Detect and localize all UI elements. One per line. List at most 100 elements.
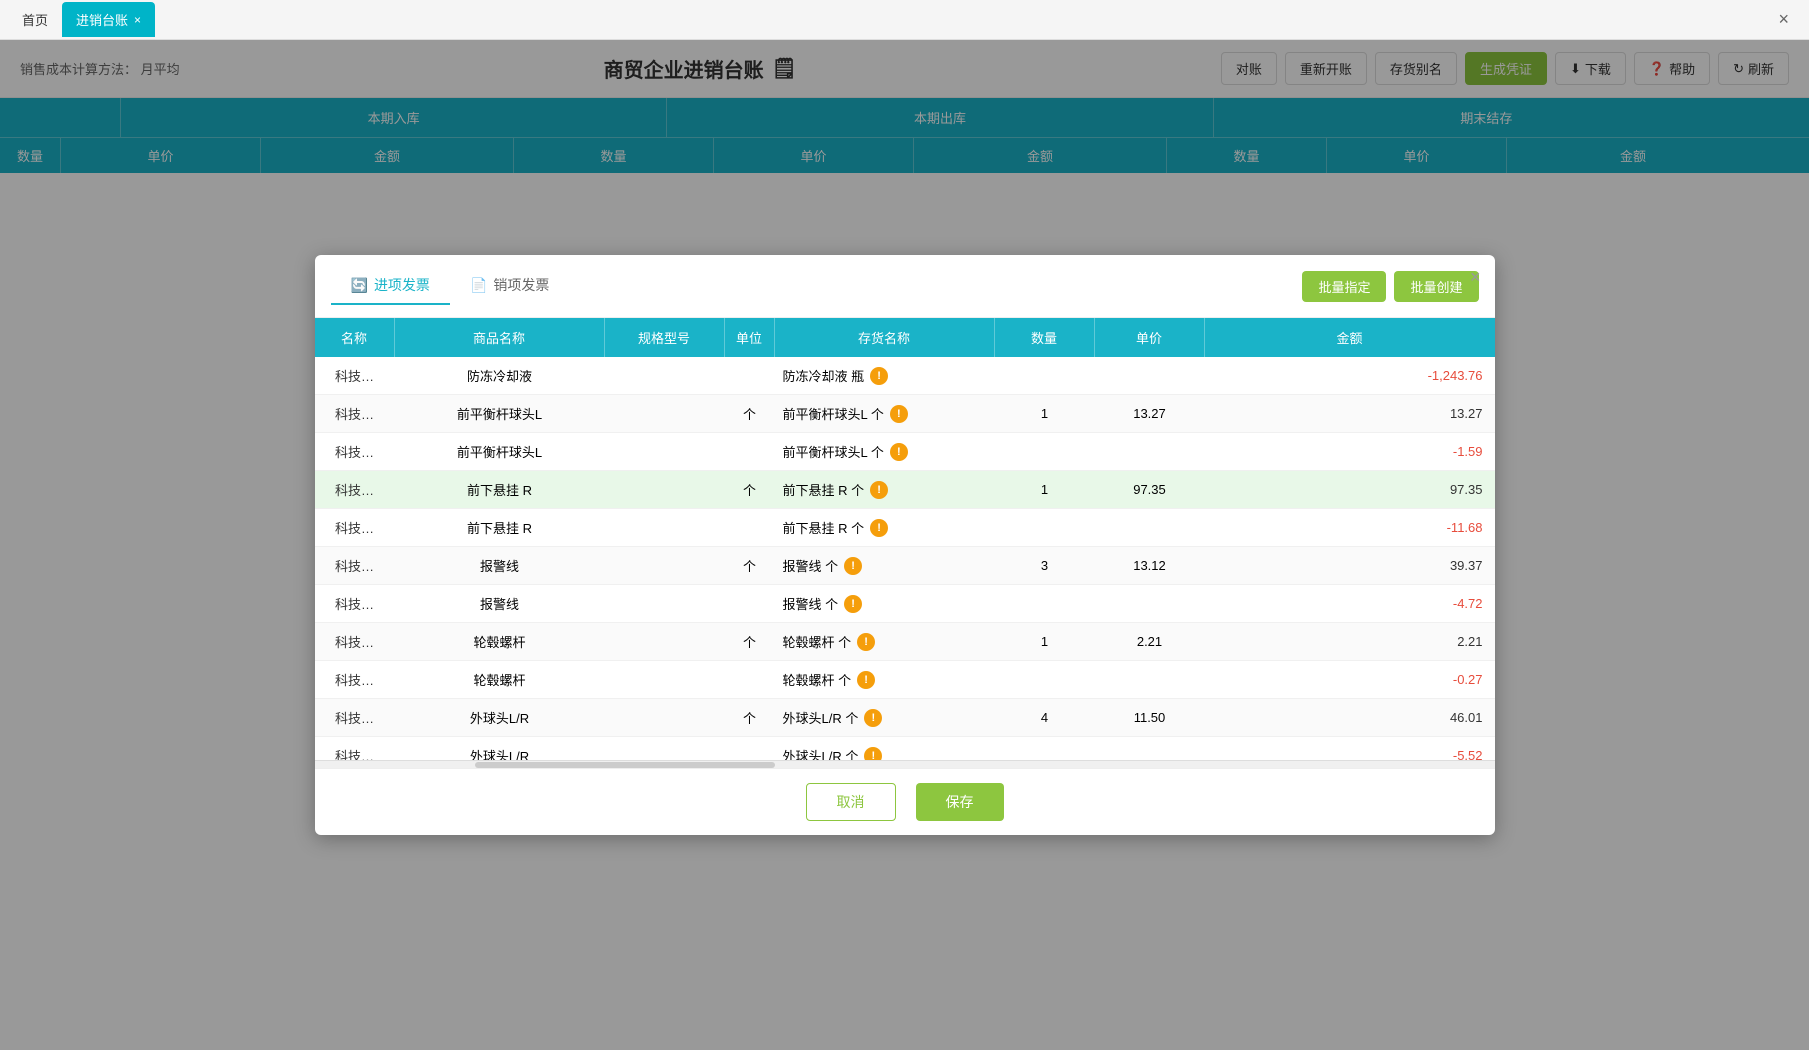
cell-name: 科技… (315, 585, 395, 622)
cell-stock: 轮毂螺杆 个 ! (775, 661, 995, 698)
tab-inbound-invoice[interactable]: 🔄 进项发票 (331, 267, 450, 305)
th-goods: 商品名称 (395, 318, 605, 357)
table-row[interactable]: 科技… 轮毂螺杆 个 轮毂螺杆 个 ! 1 2.21 2.21 (315, 623, 1495, 661)
cell-spec (605, 633, 725, 651)
modal-footer: 取消 保存 (315, 768, 1495, 835)
cell-name: 科技… (315, 699, 395, 736)
inbound-tab-label: 进项发票 (374, 275, 430, 295)
cell-name: 科技… (315, 433, 395, 470)
cell-unit (725, 443, 775, 461)
cell-unit: 个 (725, 395, 775, 432)
tab-active[interactable]: 进销台账 × (62, 2, 155, 37)
cell-spec (605, 405, 725, 423)
cell-qty (995, 671, 1095, 689)
cell-name: 科技… (315, 471, 395, 508)
cell-stock: 前下悬挂 R 个 ! (775, 471, 995, 508)
modal-tabs: 🔄 进项发票 📄 销项发票 (331, 267, 570, 305)
warning-icon: ! (870, 519, 888, 537)
table-row[interactable]: 科技… 报警线 个 报警线 个 ! 3 13.12 39.37 (315, 547, 1495, 585)
table-row[interactable]: 科技… 外球头L/R 个 外球头L/R 个 ! 4 11.50 46.01 (315, 699, 1495, 737)
table-row[interactable]: 科技… 报警线 报警线 个 ! -4.72 (315, 585, 1495, 623)
cell-unit: 个 (725, 699, 775, 736)
th-price: 单价 (1095, 318, 1205, 357)
warning-icon: ! (870, 481, 888, 499)
stock-name: 前下悬挂 R 个 (783, 518, 865, 537)
table-row[interactable]: 科技… 前平衡杆球头L 个 前平衡杆球头L 个 ! 1 13.27 13.27 (315, 395, 1495, 433)
modal-overlay: 🔄 进项发票 📄 销项发票 批量指定 批量创建 × 名称 (0, 40, 1809, 1050)
stock-name: 轮毂螺杆 个 (783, 632, 852, 651)
tab-close-icon[interactable]: × (134, 13, 141, 27)
modal-table-header: 名称 商品名称 规格型号 单位 存货名称 数量 单价 金额 (315, 318, 1495, 357)
cell-spec (605, 557, 725, 575)
cell-unit (725, 671, 775, 689)
cell-goods: 前平衡杆球头L (395, 395, 605, 432)
table-row[interactable]: 科技… 外球头L/R 外球头L/R 个 ! -5.52 (315, 737, 1495, 760)
cell-goods: 外球头L/R (395, 699, 605, 736)
stock-name: 报警线 个 (783, 594, 839, 613)
outbound-tab-icon: 📄 (470, 277, 487, 294)
table-row[interactable]: 科技… 前下悬挂 R 前下悬挂 R 个 ! -11.68 (315, 509, 1495, 547)
warning-icon: ! (857, 633, 875, 651)
cell-price: 13.27 (1095, 397, 1205, 430)
cell-name: 科技… (315, 509, 395, 546)
cell-qty (995, 595, 1095, 613)
cell-amount: -1.59 (1205, 435, 1495, 468)
stock-name: 前下悬挂 R 个 (783, 480, 865, 499)
table-row[interactable]: 科技… 防冻冷却液 防冻冷却液 瓶 ! -1,243.76 (315, 357, 1495, 395)
cell-price (1095, 671, 1205, 689)
cell-stock: 前下悬挂 R 个 ! (775, 509, 995, 546)
cell-stock: 报警线 个 ! (775, 547, 995, 584)
save-button[interactable]: 保存 (916, 783, 1004, 821)
cell-price: 13.12 (1095, 549, 1205, 582)
cell-goods: 前平衡杆球头L (395, 433, 605, 470)
modal-close-button[interactable]: × (1470, 267, 1481, 288)
cell-name: 科技… (315, 357, 395, 394)
cell-spec (605, 709, 725, 727)
cell-unit: 个 (725, 623, 775, 660)
scrollbar-thumb[interactable] (475, 762, 775, 768)
cancel-button[interactable]: 取消 (806, 783, 896, 821)
stock-name: 前平衡杆球头L 个 (783, 442, 884, 461)
warning-icon: ! (844, 595, 862, 613)
batch-assign-button[interactable]: 批量指定 (1302, 271, 1386, 302)
stock-name: 防冻冷却液 瓶 (783, 366, 865, 385)
warning-icon: ! (890, 443, 908, 461)
cell-name: 科技… (315, 737, 395, 760)
cell-amount: 97.35 (1205, 473, 1495, 506)
cell-goods: 轮毂螺杆 (395, 661, 605, 698)
cell-price (1095, 747, 1205, 761)
tab-home[interactable]: 首页 (8, 2, 62, 37)
cell-stock: 防冻冷却液 瓶 ! (775, 357, 995, 394)
cell-price (1095, 595, 1205, 613)
cell-amount: 2.21 (1205, 625, 1495, 658)
cell-price (1095, 443, 1205, 461)
cell-qty (995, 367, 1095, 385)
tab-active-label: 进销台账 (76, 10, 128, 29)
table-row[interactable]: 科技… 前下悬挂 R 个 前下悬挂 R 个 ! 1 97.35 97.35 (315, 471, 1495, 509)
cell-spec (605, 595, 725, 613)
cell-name: 科技… (315, 661, 395, 698)
table-row[interactable]: 科技… 轮毂螺杆 轮毂螺杆 个 ! -0.27 (315, 661, 1495, 699)
stock-name: 前平衡杆球头L 个 (783, 404, 884, 423)
cell-stock: 报警线 个 ! (775, 585, 995, 622)
table-row[interactable]: 科技… 前平衡杆球头L 前平衡杆球头L 个 ! -1.59 (315, 433, 1495, 471)
cell-amount: -4.72 (1205, 587, 1495, 620)
tab-outbound-invoice[interactable]: 📄 销项发票 (450, 267, 569, 305)
cell-amount: -5.52 (1205, 739, 1495, 760)
warning-icon: ! (864, 747, 882, 761)
scrollbar[interactable] (315, 760, 1495, 768)
modal-dialog: 🔄 进项发票 📄 销项发票 批量指定 批量创建 × 名称 (315, 255, 1495, 835)
cell-qty (995, 519, 1095, 537)
cell-stock: 外球头L/R 个 ! (775, 699, 995, 736)
cell-qty (995, 747, 1095, 761)
window-close-button[interactable]: × (1766, 9, 1801, 30)
stock-name: 轮毂螺杆 个 (783, 670, 852, 689)
cell-unit (725, 367, 775, 385)
cell-qty: 1 (995, 473, 1095, 506)
cell-spec (605, 747, 725, 761)
cell-unit (725, 519, 775, 537)
cell-name: 科技… (315, 623, 395, 660)
cell-stock: 外球头L/R 个 ! (775, 737, 995, 760)
cell-qty: 1 (995, 397, 1095, 430)
batch-create-button[interactable]: 批量创建 (1394, 271, 1478, 302)
